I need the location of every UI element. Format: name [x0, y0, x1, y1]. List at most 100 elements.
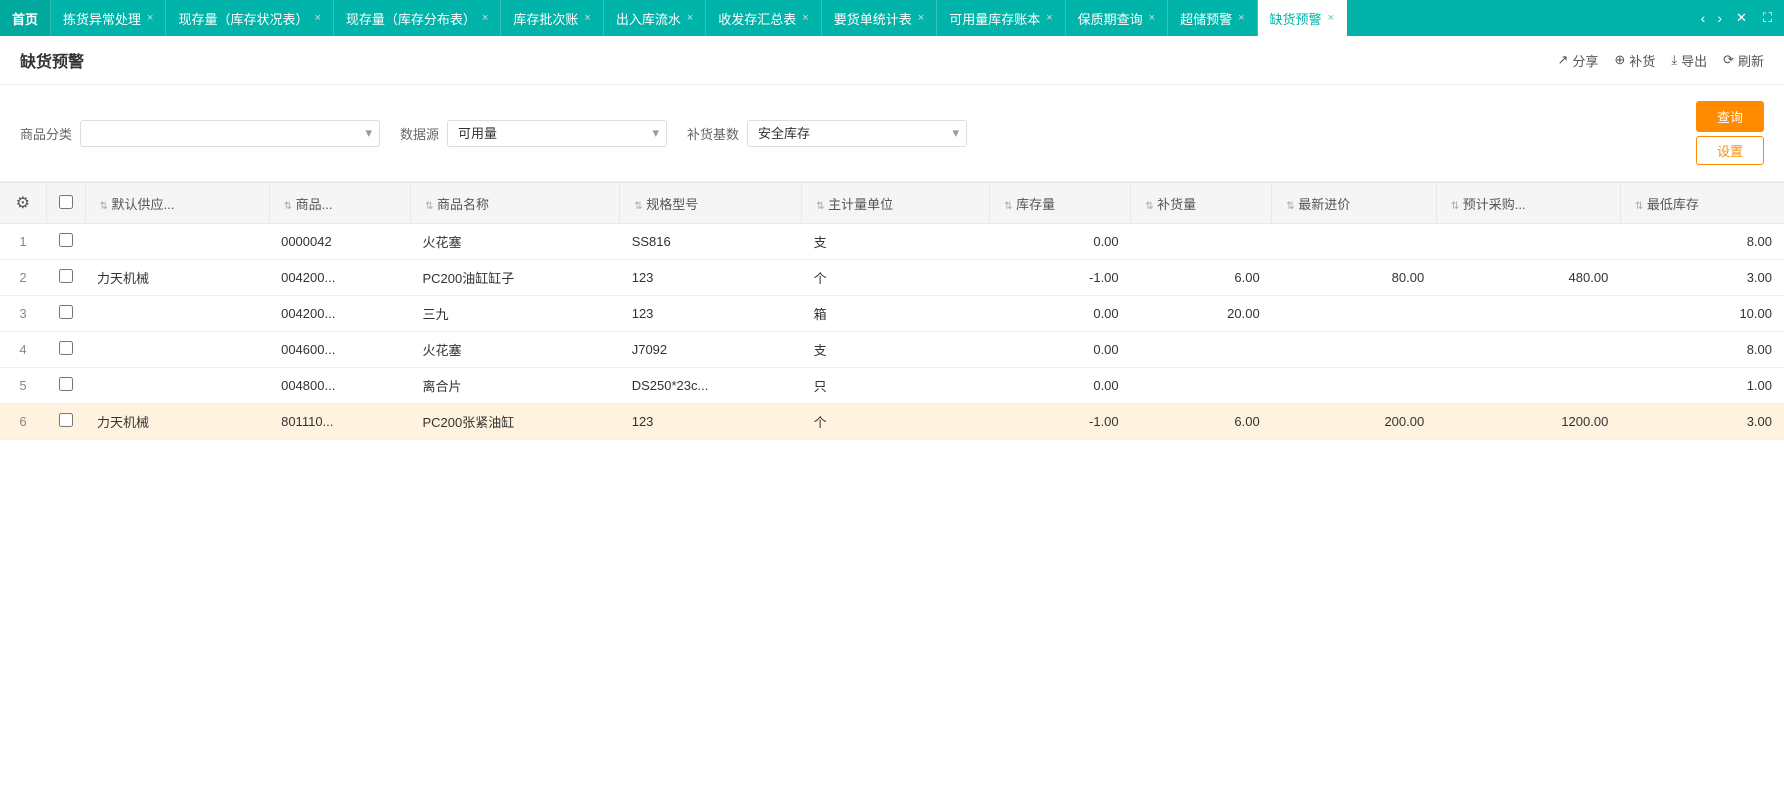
col-sort-stock[interactable]: ⇅ 库存量: [1002, 197, 1055, 212]
replenish-base-select[interactable]: 安全库存: [747, 120, 967, 147]
row-checkbox-2: [46, 296, 85, 332]
cell-min_stock-4: 1.00: [1620, 368, 1784, 404]
nav-tab-7[interactable]: 要货单统计表×: [822, 0, 937, 36]
cell-stock-5: -1.00: [990, 404, 1131, 440]
row-num-5: 6: [0, 404, 46, 440]
nav-tab-3[interactable]: 现存量（库存分布表）×: [334, 0, 501, 36]
col-sort-min_stock[interactable]: ⇅ 最低库存: [1633, 197, 1699, 212]
cell-stock-0: 0.00: [990, 224, 1131, 260]
cell-unit-2: 箱: [802, 296, 990, 332]
col-sort-replenish[interactable]: ⇅ 补货量: [1143, 197, 1196, 212]
nav-fullscreen[interactable]: ⛶: [1755, 0, 1780, 36]
replenish-action[interactable]: ⊕ 补货: [1614, 51, 1655, 70]
cell-replenish-3: [1131, 332, 1272, 368]
nav-tab-11[interactable]: 缺货预警×: [1258, 0, 1347, 36]
cell-replenish-0: [1131, 224, 1272, 260]
cell-est_purchase-3: [1436, 332, 1620, 368]
tab-close-btn-6[interactable]: ×: [802, 12, 808, 24]
filter-bar: 商品分类 数据源 可用量 补货基数 安全库存: [0, 85, 1784, 182]
cell-replenish-2: 20.00: [1131, 296, 1272, 332]
cell-unit-0: 支: [802, 224, 990, 260]
cell-latest_price-3: [1272, 332, 1437, 368]
cell-est_purchase-1: 480.00: [1436, 260, 1620, 296]
col-sort-unit[interactable]: ⇅ 主计量单位: [814, 197, 893, 212]
header-actions: ↗ 分享 ⊕ 补货 ⤓ 导出 ⟳ 刷新: [1557, 51, 1764, 70]
nav-tab-5[interactable]: 出入库流水×: [604, 0, 706, 36]
cell-unit-5: 个: [802, 404, 990, 440]
row-cb-2[interactable]: [59, 305, 73, 319]
tab-close-btn-9[interactable]: ×: [1149, 12, 1155, 24]
cell-spec-1: 123: [620, 260, 802, 296]
nav-tab-1[interactable]: 拣货异常处理×: [51, 0, 166, 36]
nav-tab-4[interactable]: 库存批次账×: [501, 0, 603, 36]
nav-next-arrow[interactable]: ›: [1711, 0, 1728, 36]
row-cb-3[interactable]: [59, 341, 73, 355]
tab-close-btn-5[interactable]: ×: [687, 12, 693, 24]
share-action[interactable]: ↗ 分享: [1557, 51, 1598, 70]
nav-tab-2[interactable]: 现存量（库存状况表）×: [166, 0, 333, 36]
tab-close-btn-3[interactable]: ×: [482, 12, 488, 24]
cell-supplier-1: 力天机械: [85, 260, 269, 296]
export-action[interactable]: ⤓ 导出: [1671, 51, 1707, 70]
cell-stock-4: 0.00: [990, 368, 1131, 404]
gear-icon[interactable]: ⚙: [16, 195, 30, 212]
row-cb-1[interactable]: [59, 269, 73, 283]
th-stock: ⇅ 库存量: [990, 183, 1131, 224]
col-sort-product_code[interactable]: ⇅ 商品...: [282, 197, 333, 212]
datasource-label: 数据源: [400, 124, 439, 143]
data-table: ⚙ ⇅ 默认供应... ⇅ 商品... ⇅ 商品名称 ⇅ 规格型号 ⇅ 主计量单位 ⇅ 库存…: [0, 182, 1784, 440]
tab-close-btn-8[interactable]: ×: [1046, 12, 1052, 24]
category-select[interactable]: [80, 120, 380, 147]
col-sort-est_purchase[interactable]: ⇅ 预计采购...: [1449, 197, 1526, 212]
table-row: 6力天机械801110...PC200张紧油缸123个-1.006.00200.…: [0, 404, 1784, 440]
tab-close-btn-2[interactable]: ×: [314, 12, 320, 24]
cell-product_code-5: 801110...: [269, 404, 410, 440]
query-button[interactable]: 查询: [1696, 101, 1764, 132]
nav-tab-10[interactable]: 超储预警×: [1168, 0, 1257, 36]
th-latest_price: ⇅ 最新进价: [1272, 183, 1437, 224]
row-cb-5[interactable]: [59, 413, 73, 427]
cell-stock-2: 0.00: [990, 296, 1131, 332]
tab-close-btn-10[interactable]: ×: [1238, 12, 1244, 24]
cell-spec-2: 123: [620, 296, 802, 332]
table-header-row: ⚙ ⇅ 默认供应... ⇅ 商品... ⇅ 商品名称 ⇅ 规格型号 ⇅ 主计量单位 ⇅ 库存…: [0, 183, 1784, 224]
cell-est_purchase-2: [1436, 296, 1620, 332]
cell-stock-3: 0.00: [990, 332, 1131, 368]
cell-latest_price-2: [1272, 296, 1437, 332]
tab-close-btn-11[interactable]: ×: [1328, 12, 1334, 24]
nav-prev-arrow[interactable]: ‹: [1695, 0, 1712, 36]
cell-stock-1: -1.00: [990, 260, 1131, 296]
cell-min_stock-2: 10.00: [1620, 296, 1784, 332]
nav-tab-0[interactable]: 首页: [0, 0, 51, 36]
row-cb-4[interactable]: [59, 377, 73, 391]
nav-close-all[interactable]: ✕: [1728, 0, 1755, 36]
th-row-num: ⚙: [0, 183, 46, 224]
row-num-2: 3: [0, 296, 46, 332]
th-est_purchase: ⇅ 预计采购...: [1436, 183, 1620, 224]
nav-tab-9[interactable]: 保质期查询×: [1066, 0, 1168, 36]
tab-close-btn-1[interactable]: ×: [147, 12, 153, 24]
settings-button[interactable]: 设置: [1696, 136, 1764, 165]
cell-supplier-0: [85, 224, 269, 260]
cell-supplier-4: [85, 368, 269, 404]
cell-product_code-0: 0000042: [269, 224, 410, 260]
refresh-action[interactable]: ⟳ 刷新: [1723, 51, 1764, 70]
share-icon: ↗: [1557, 52, 1568, 68]
tab-close-btn-7[interactable]: ×: [918, 12, 924, 24]
col-sort-latest_price[interactable]: ⇅ 最新进价: [1284, 197, 1350, 212]
col-sort-supplier[interactable]: ⇅ 默认供应...: [98, 197, 175, 212]
select-all-checkbox[interactable]: [59, 195, 73, 209]
col-sort-spec[interactable]: ⇅ 规格型号: [632, 197, 698, 212]
row-checkbox-5: [46, 404, 85, 440]
row-cb-0[interactable]: [59, 233, 73, 247]
nav-tab-6[interactable]: 收发存汇总表×: [706, 0, 821, 36]
datasource-select[interactable]: 可用量: [447, 120, 667, 147]
col-sort-product_name[interactable]: ⇅ 商品名称: [423, 197, 489, 212]
tab-close-btn-4[interactable]: ×: [584, 12, 590, 24]
table-row: 3004200...三九123箱0.0020.0010.00: [0, 296, 1784, 332]
page-header: 缺货预警 ↗ 分享 ⊕ 补货 ⤓ 导出 ⟳ 刷新: [0, 36, 1784, 85]
replenish-base-select-wrapper: 安全库存: [747, 120, 967, 147]
nav-tab-8[interactable]: 可用量库存账本×: [937, 0, 1065, 36]
replenish-label: 补货: [1629, 51, 1655, 70]
cell-spec-0: SS816: [620, 224, 802, 260]
